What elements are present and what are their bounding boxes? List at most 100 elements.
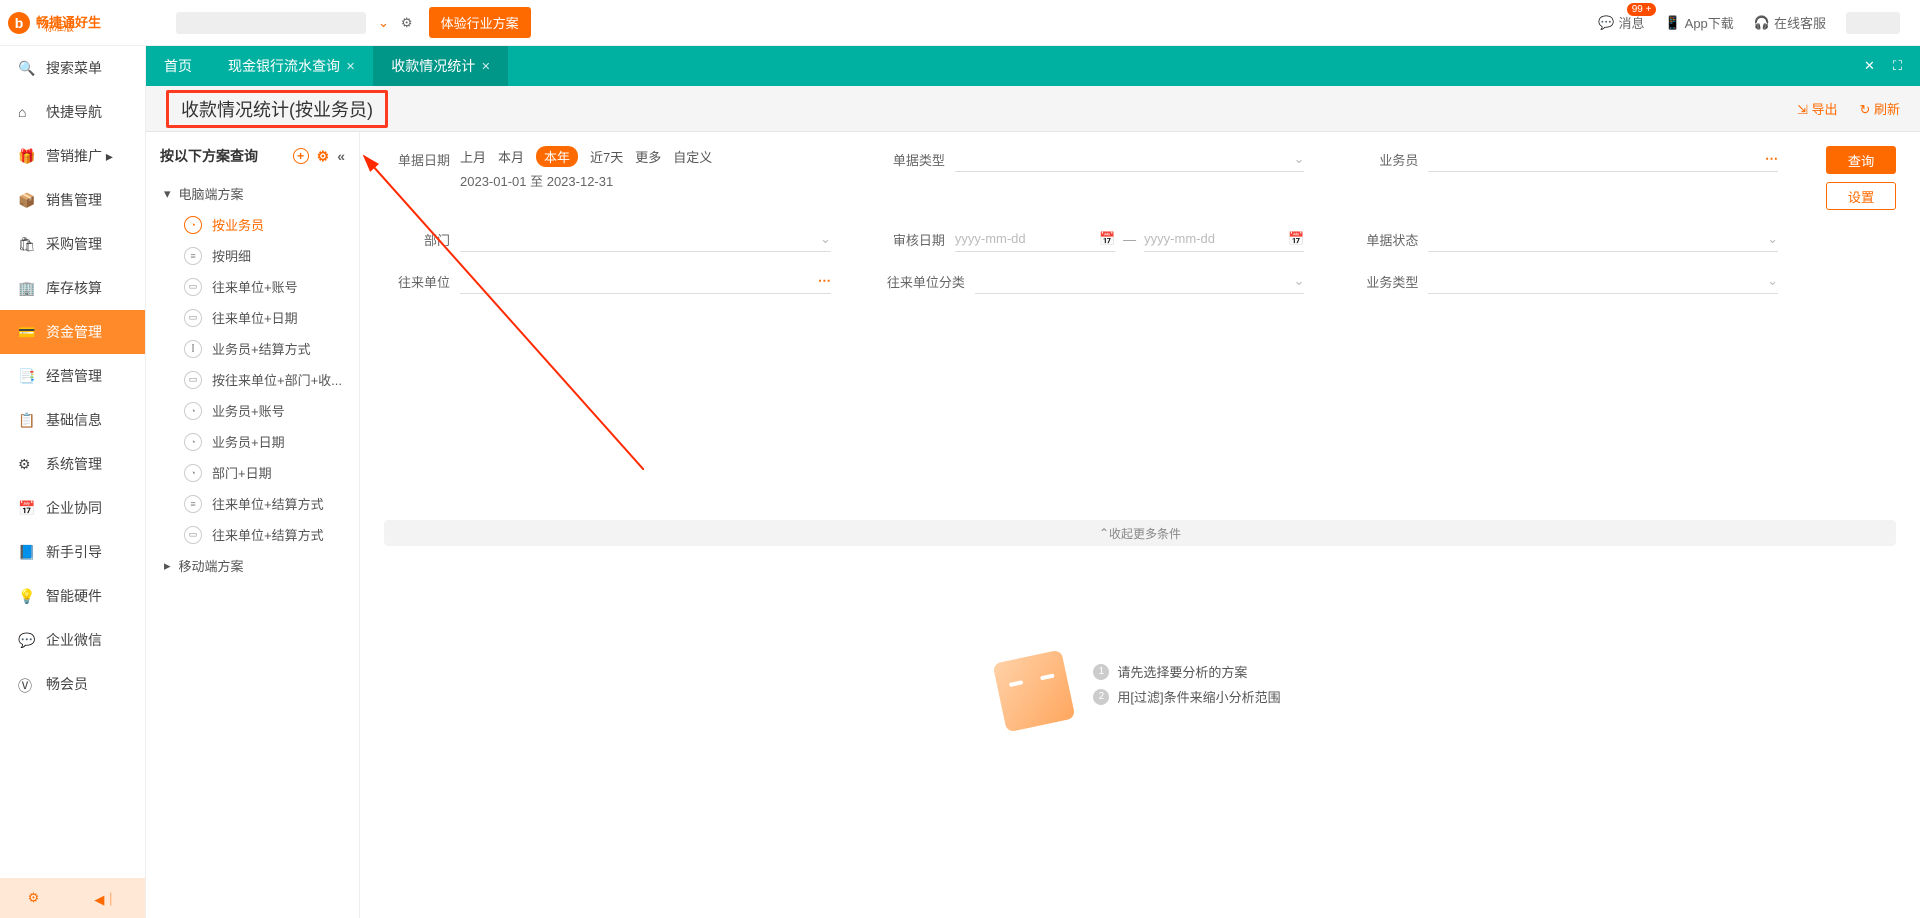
collapse-panel-icon[interactable]: « xyxy=(337,148,345,164)
partner-select[interactable]: ⋯ xyxy=(460,268,831,294)
audit-date-to[interactable]: yyyy-mm-dd📅 xyxy=(1144,226,1304,252)
sidebar-item[interactable]: 📑经营管理 xyxy=(0,354,145,398)
sidebar-item[interactable]: 📘新手引导 xyxy=(0,530,145,574)
date-preset[interactable]: 自定义 xyxy=(673,147,712,166)
sidebar-item[interactable]: 🛍 采购管理 xyxy=(0,222,145,266)
audit-date-from[interactable]: yyyy-mm-dd📅 xyxy=(955,226,1115,252)
sidebar-item[interactable]: 💡智能硬件 xyxy=(0,574,145,618)
nav-icon: 🎁 xyxy=(18,148,34,164)
sidebar-item[interactable]: 🔍搜索菜单 xyxy=(0,46,145,90)
dept-select[interactable]: ⌄ xyxy=(460,226,831,252)
sidebar-footer: ⚙ ◀｜ xyxy=(0,878,145,918)
sidebar-item[interactable]: 📅企业协同 xyxy=(0,486,145,530)
scheme-item[interactable]: ▭往来单位+账号 xyxy=(146,271,359,302)
scheme-item[interactable]: ▭按往来单位+部门+收... xyxy=(146,364,359,395)
status-select[interactable]: ⌄ xyxy=(1428,226,1778,252)
scheme-item-label: 业务员+日期 xyxy=(212,432,285,451)
gear-icon[interactable]: ⚙ xyxy=(401,15,413,31)
refresh-button[interactable]: ↻ 刷新 xyxy=(1859,99,1900,118)
biztype-select[interactable]: ⌄ xyxy=(1428,268,1778,294)
scheme-item-label: 部门+日期 xyxy=(212,463,272,482)
scheme-type-icon: ◔ xyxy=(184,402,202,420)
nav-label: 企业微信 xyxy=(46,630,102,650)
sidebar-item[interactable]: 🏢库存核算 xyxy=(0,266,145,310)
scheme-item[interactable]: ▭往来单位+结算方式 xyxy=(146,519,359,550)
nav-icon: 📅 xyxy=(18,500,34,516)
messages-badge: 99 + xyxy=(1627,3,1657,16)
messages-button[interactable]: 💬 消息 99 + xyxy=(1598,13,1644,32)
sidebar-item[interactable]: 📋基础信息 xyxy=(0,398,145,442)
sidebar-item[interactable]: ⚙系统管理 xyxy=(0,442,145,486)
sidebar-item[interactable]: 📦销售管理 xyxy=(0,178,145,222)
filter-label-date: 单据日期 xyxy=(384,146,450,169)
close-all-icon[interactable]: ✕ xyxy=(1864,58,1875,74)
date-preset[interactable]: 本年 xyxy=(536,146,578,167)
date-preset[interactable]: 近7天 xyxy=(590,147,623,166)
scheme-type-icon: ▭ xyxy=(184,526,202,544)
nav-label: 搜索菜单 xyxy=(46,58,102,78)
expand-icon: ▸ xyxy=(164,558,171,574)
scheme-settings-icon[interactable]: ⚙ xyxy=(317,148,330,165)
workspace-tab[interactable]: 现金银行流水查询✕ xyxy=(210,46,373,86)
industry-plan-button[interactable]: 体验行业方案 xyxy=(429,7,531,38)
nav-icon: 📑 xyxy=(18,368,34,384)
doc-type-select[interactable]: ⌄ xyxy=(955,146,1305,172)
sidebar-item[interactable]: Ⓥ畅会员 xyxy=(0,662,145,706)
sidebar-item[interactable]: 💳资金管理 xyxy=(0,310,145,354)
nav-icon: Ⓥ xyxy=(18,676,34,692)
empty-step-1: 请先选择要分析的方案 xyxy=(1117,662,1247,681)
date-preset[interactable]: 上月 xyxy=(460,147,486,166)
export-button[interactable]: ⇲ 导出 xyxy=(1797,99,1838,118)
scheme-group-header[interactable]: ▸移动端方案 xyxy=(146,550,359,581)
main-content: 按以下方案查询 + ⚙ « ▾电脑端方案◔按业务员≡按明细▭往来单位+账号▭往来… xyxy=(146,132,1920,918)
user-avatar[interactable] xyxy=(1846,12,1900,34)
app-download-button[interactable]: 📱 App下载 xyxy=(1664,13,1733,32)
scheme-type-icon: ⫿ xyxy=(184,340,202,358)
settings-button[interactable]: 设置 xyxy=(1826,182,1896,210)
collapse-icon[interactable]: ◀｜ xyxy=(94,889,117,908)
nav-icon: 📘 xyxy=(18,544,34,560)
partner-cat-select[interactable]: ⌄ xyxy=(975,268,1305,294)
gear-icon[interactable]: ⚙ xyxy=(28,890,40,906)
workspace-tab[interactable]: 收款情况统计 ✕ xyxy=(373,46,508,86)
scheme-item-label: 往来单位+结算方式 xyxy=(212,494,324,513)
scheme-item[interactable]: ▭往来单位+日期 xyxy=(146,302,359,333)
nav-label: 库存核算 xyxy=(46,278,102,298)
fullscreen-icon[interactable]: ⛶ xyxy=(1893,58,1902,74)
support-button[interactable]: 🎧 在线客服 xyxy=(1754,13,1826,32)
date-preset[interactable]: 本月 xyxy=(498,147,524,166)
scheme-item[interactable]: ◔按业务员 xyxy=(146,209,359,240)
tab-label: 收款情况统计 xyxy=(391,56,475,76)
sidebar-item[interactable]: 💬 企业微信 xyxy=(0,618,145,662)
scheme-item[interactable]: ◔部门+日期 xyxy=(146,457,359,488)
sidebar-item[interactable]: 🎁营销推广 ▸ xyxy=(0,134,145,178)
close-icon[interactable]: ✕ xyxy=(481,60,490,73)
sidebar-item[interactable]: ⌂快捷导航 xyxy=(0,90,145,134)
workspace-tab[interactable]: 首页 xyxy=(146,46,210,86)
scheme-item[interactable]: ≡按明细 xyxy=(146,240,359,271)
scheme-item[interactable]: ⫿业务员+结算方式 xyxy=(146,333,359,364)
scheme-item-label: 往来单位+日期 xyxy=(212,308,298,327)
collapse-filters-bar[interactable]: ⌃ 收起更多条件 xyxy=(384,520,1896,546)
scheme-group-header[interactable]: ▾电脑端方案 xyxy=(146,178,359,209)
scheme-panel-title: 按以下方案查询 xyxy=(160,146,258,166)
nav-label: 采购管理 xyxy=(46,234,102,254)
tab-label: 首页 xyxy=(164,56,192,76)
clerk-select[interactable]: ⋯ xyxy=(1428,146,1778,172)
org-selector[interactable]: ⌄ ⚙ xyxy=(176,12,413,34)
scheme-item[interactable]: ◔业务员+账号 xyxy=(146,395,359,426)
scheme-item[interactable]: ≡往来单位+结算方式 xyxy=(146,488,359,519)
add-scheme-icon[interactable]: + xyxy=(293,148,309,164)
scheme-item[interactable]: ◔业务员+日期 xyxy=(146,426,359,457)
scheme-type-icon: ≡ xyxy=(184,247,202,265)
nav-icon: 💬 xyxy=(18,632,34,648)
query-button[interactable]: 查询 xyxy=(1826,146,1896,174)
nav-icon: 📋 xyxy=(18,412,34,428)
empty-state: 1请先选择要分析的方案 2用[过滤]条件来缩小分析范围 xyxy=(360,566,1920,918)
left-sidebar: 🔍搜索菜单⌂快捷导航🎁营销推广 ▸📦销售管理 🛍 采购管理 🏢库存核算💳资金管理📑经营… xyxy=(0,46,146,918)
nav-icon: 🛍 xyxy=(18,236,34,252)
nav-label: 资金管理 xyxy=(46,322,102,342)
chevron-down-icon: ⌄ xyxy=(378,15,389,31)
date-preset[interactable]: 更多 xyxy=(635,147,661,166)
close-icon[interactable]: ✕ xyxy=(346,60,355,73)
